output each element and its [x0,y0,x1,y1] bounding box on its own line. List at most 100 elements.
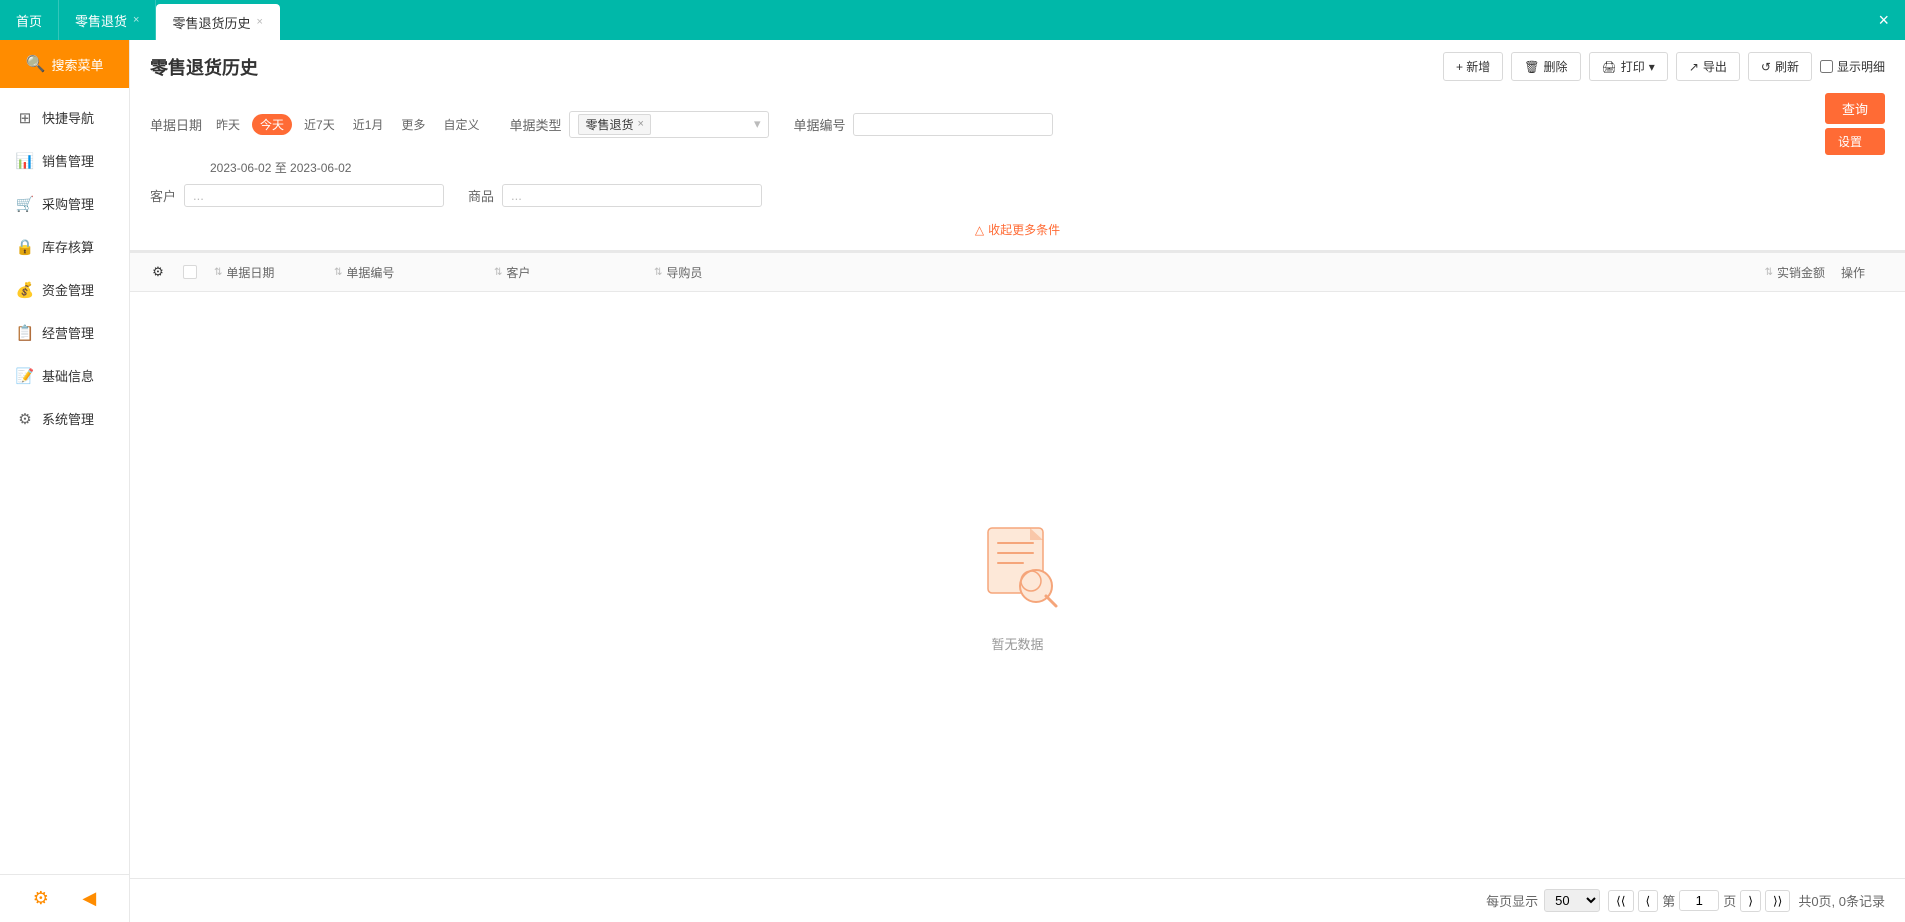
collapse-button[interactable]: △ 收起更多条件 [975,221,1060,238]
goods-filter-item: 商品 ... [468,184,762,207]
collapse-icon: △ [975,223,984,237]
sidebar-item-finance[interactable]: 💰 资金管理 [0,268,129,311]
col-actual-amount[interactable]: ⇅ 实销金额 [1757,264,1833,281]
page-label: 第 [1662,891,1675,910]
last-page-button[interactable]: ⟩⟩ [1765,890,1790,912]
doc-type-tag-value: 零售退货 [585,116,633,133]
sidebar-item-purchase-mgmt[interactable]: 🛒 采购管理 [0,182,129,225]
sidebar-item-sys-mgmt[interactable]: ⚙ 系统管理 [0,397,129,440]
query-button-label: 查询 [1842,99,1868,118]
page-unit: 页 [1723,891,1736,910]
doc-no-input[interactable] [853,113,1053,136]
show-detail-label[interactable]: 显示明细 [1820,58,1885,75]
tab-retail-return-history[interactable]: 零售退货历史 × [156,4,279,40]
sidebar-item-label: 资金管理 [42,280,94,299]
table-checkbox-col[interactable] [174,265,206,279]
date-btn-yesterday[interactable]: 昨天 [210,114,246,135]
delete-button[interactable]: 🗑 删除 [1511,52,1580,81]
sidebar-item-label: 经营管理 [42,323,94,342]
tab-retail-return[interactable]: 零售退货 × [59,0,156,40]
show-detail-checkbox[interactable] [1820,60,1833,73]
settings-button-label: 设置 [1838,133,1862,150]
goods-input[interactable]: ... [502,184,762,207]
sidebar: 🔍 搜索菜单 ⊞ 快捷导航 📊 销售管理 🛒 采购管理 🔒 库存核算 💰 [0,40,130,922]
doc-type-tag: 零售退货 × [578,114,650,135]
date-btn-custom[interactable]: 自定义 [437,114,485,135]
tab-retail-return-history-label: 零售退货历史 [172,13,250,32]
total-info: 共0页, 0条记录 [1798,891,1885,910]
collapse-row: △ 收起更多条件 [150,217,1885,238]
col-guide[interactable]: ⇅ 导购员 [646,264,786,281]
tab-retail-return-history-close[interactable]: × [256,16,262,28]
per-page-label: 每页显示 [1486,891,1538,910]
pagination: 每页显示 50 10 20 100 ⟨⟨ ⟨ 第 页 ⟩ ⟩⟩ 共0页, 0条记… [130,878,1905,922]
col-actual-amount-label: 实销金额 [1777,264,1825,281]
col-operations: 操作 [1833,264,1893,281]
col-doc-date[interactable]: ⇅ 单据日期 [206,264,326,281]
search-menu-button[interactable]: 🔍 搜索菜单 [0,40,129,88]
sidebar-item-label: 基础信息 [42,366,94,385]
sys-mgmt-icon: ⚙ [16,410,34,428]
tab-list: 首页 零售退货 × 零售退货历史 × [0,0,280,40]
filter-area: 单据日期 昨天 今天 近7天 近1月 更多 自定义 单据类型 [150,93,1885,250]
refresh-button[interactable]: ↺ 刷新 [1748,52,1812,81]
sidebar-nav: ⊞ 快捷导航 📊 销售管理 🛒 采购管理 🔒 库存核算 💰 资金管理 📋 [0,88,129,874]
page-size-select: 每页显示 50 10 20 100 [1486,889,1600,912]
col-operations-label: 操作 [1841,264,1865,281]
sidebar-item-label: 采购管理 [42,194,94,213]
sidebar-item-quick-nav[interactable]: ⊞ 快捷导航 [0,96,129,139]
tab-retail-return-label: 零售退货 [75,11,127,30]
prev-page-button[interactable]: ⟨ [1638,890,1659,912]
customer-input[interactable]: ... [184,184,444,207]
page-header: 零售退货历史 + 新增 🗑 删除 🖨 打印 ▾ ↗ [130,40,1905,251]
first-page-button[interactable]: ⟨⟨ [1608,890,1633,912]
date-range-display: 2023-06-02 至 2023-06-02 [210,159,1885,176]
table-content: ⚙ ⇅ 单据日期 ⇅ 单据编号 ⇅ 客户 ⇅ [130,251,1905,878]
col-doc-no[interactable]: ⇅ 单据编号 [326,264,486,281]
sidebar-item-operations[interactable]: 📋 经营管理 [0,311,129,354]
sidebar-item-sales-mgmt[interactable]: 📊 销售管理 [0,139,129,182]
export-button-label: 导出 [1703,58,1727,75]
export-button[interactable]: ↗ 导出 [1676,52,1740,81]
sidebar-item-base-info[interactable]: 📝 基础信息 [0,354,129,397]
date-filter-options: 昨天 今天 近7天 近1月 更多 自定义 [210,114,485,135]
refresh-icon: ↺ [1761,60,1771,74]
settings-button[interactable]: 设置 [1825,128,1885,155]
next-page-button[interactable]: ⟩ [1740,890,1761,912]
date-btn-1month[interactable]: 近1月 [347,114,390,135]
print-button[interactable]: 🖨 打印 ▾ [1589,52,1668,81]
select-all-checkbox[interactable] [183,265,197,279]
sort-icon-left: ⇅ [334,267,342,278]
collapse-sidebar-icon[interactable]: ◀ [82,888,96,909]
date-btn-more[interactable]: 更多 [395,114,431,135]
date-btn-7days[interactable]: 近7天 [298,114,341,135]
window-close-button[interactable]: × [1878,10,1889,31]
date-range-text: 2023-06-02 至 2023-06-02 [210,161,351,175]
main-layout: 🔍 搜索菜单 ⊞ 快捷导航 📊 销售管理 🛒 采购管理 🔒 库存核算 💰 [0,40,1905,922]
sidebar-bottom: ⚙ ◀ [0,874,129,922]
query-button[interactable]: 查询 [1825,93,1885,124]
doc-type-input[interactable]: 零售退货 × ▾ [569,111,769,138]
sidebar-item-inventory[interactable]: 🔒 库存核算 [0,225,129,268]
col-doc-date-label: 单据日期 [226,264,274,281]
tab-home[interactable]: 首页 [0,0,59,40]
customer-placeholder: ... [193,188,204,203]
doc-type-filter-item: 单据类型 零售退货 × ▾ [509,111,769,138]
top-bar: 首页 零售退货 × 零售退货历史 × × [0,0,1905,40]
sidebar-item-label: 系统管理 [42,409,94,428]
add-button[interactable]: + 新增 [1443,52,1503,81]
table-settings-col[interactable]: ⚙ [142,264,174,280]
base-info-icon: 📝 [16,367,34,385]
doc-type-tag-close[interactable]: × [637,118,643,130]
sales-mgmt-icon: 📊 [16,152,34,170]
page-title-row: 零售退货历史 + 新增 🗑 删除 🖨 打印 ▾ ↗ [150,52,1885,81]
settings-bottom-icon[interactable]: ⚙ [33,888,49,909]
sort-icon-left: ⇅ [654,267,662,278]
col-customer[interactable]: ⇅ 客户 [486,264,646,281]
date-btn-today[interactable]: 今天 [252,114,292,135]
doc-type-chevron: ▾ [754,116,761,132]
col-doc-no-label: 单据编号 [346,264,394,281]
page-number-input[interactable] [1679,890,1719,911]
tab-retail-return-close[interactable]: × [133,14,139,26]
per-page-dropdown[interactable]: 50 10 20 100 [1544,889,1600,912]
